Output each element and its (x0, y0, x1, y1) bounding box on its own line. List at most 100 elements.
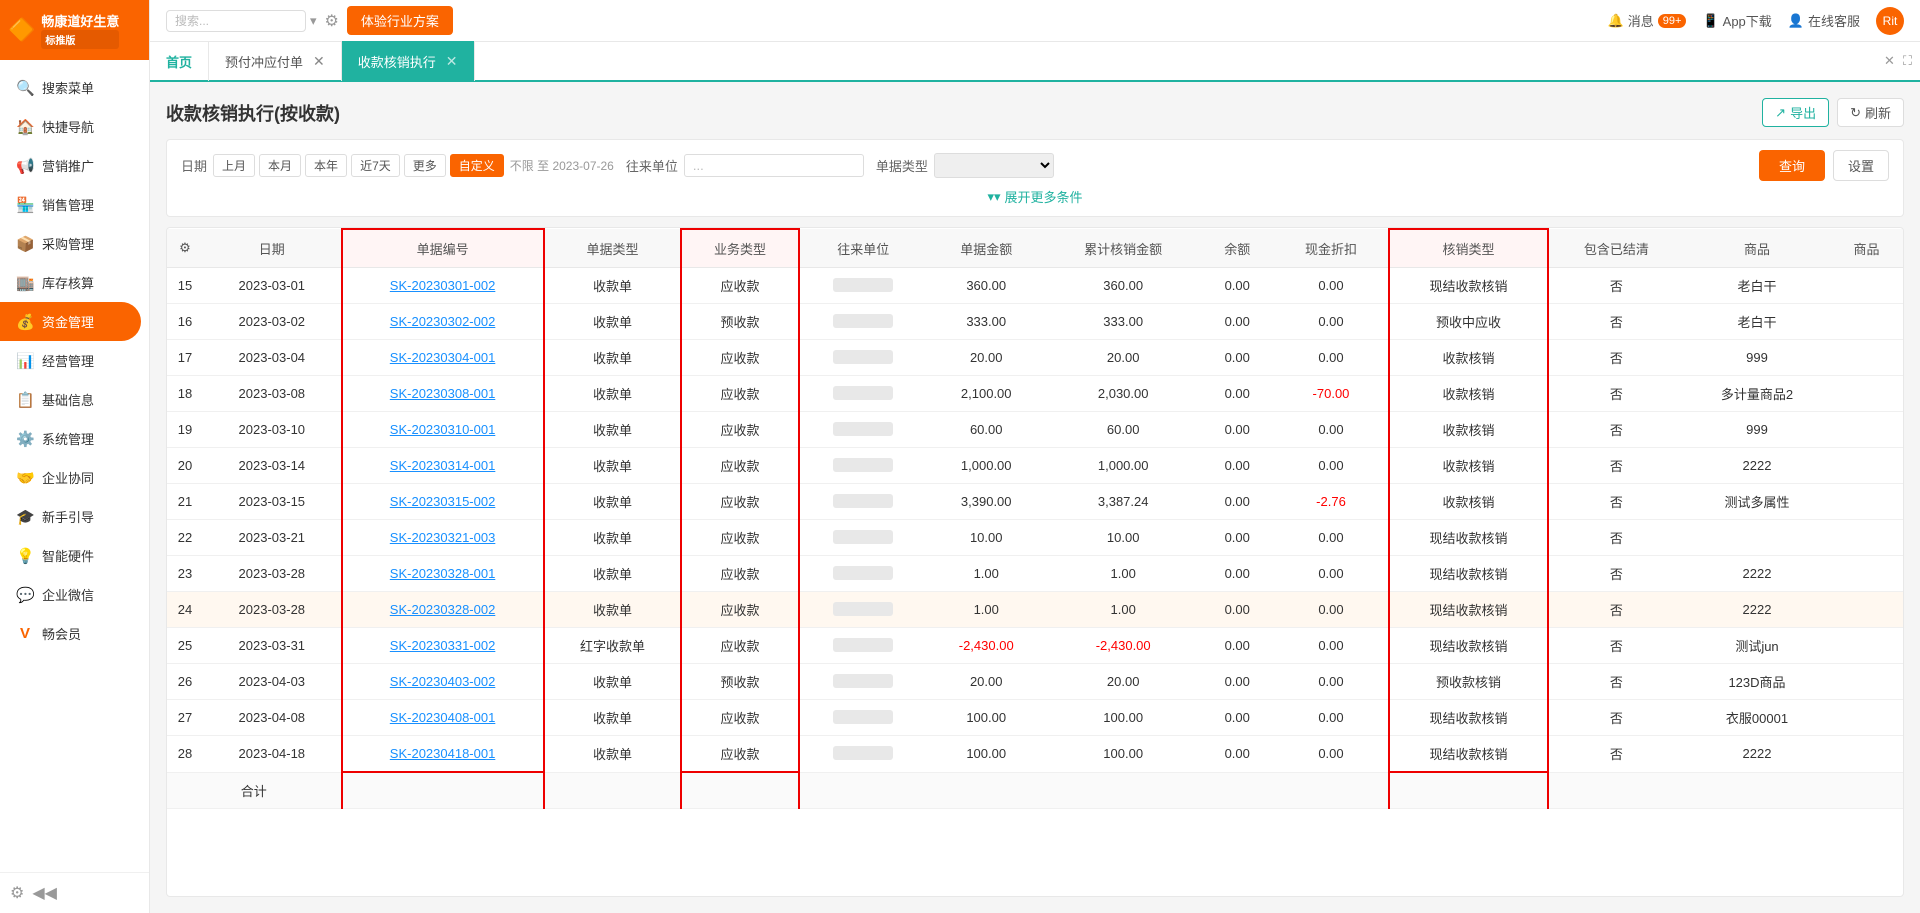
col-settings[interactable]: ⚙ (167, 229, 203, 268)
sidebar-item-navigation[interactable]: 🏠 快捷导航 (0, 107, 149, 146)
sidebar-item-hardware[interactable]: 💡 智能硬件 (0, 536, 149, 575)
doc-type-select[interactable] (934, 153, 1054, 178)
partner-input[interactable] (684, 154, 864, 177)
tab-verify[interactable]: 收款核销执行 ✕ (342, 41, 475, 81)
doc-no-link[interactable]: SK-20230304-001 (390, 350, 496, 365)
app-download-button[interactable]: 📱 App下载 (1702, 11, 1771, 30)
cell-date: 2023-03-14 (203, 448, 342, 484)
data-table-wrapper: ⚙ 日期 单据编号 单据类型 业务类型 往来单位 单据金额 累计核销金额 余额 … (166, 227, 1904, 897)
doc-no-link[interactable]: SK-20230302-002 (390, 314, 496, 329)
table-row[interactable]: 19 2023-03-10 SK-20230310-001 收款单 应收款 60… (167, 412, 1903, 448)
table-row[interactable]: 28 2023-04-18 SK-20230418-001 收款单 应收款 10… (167, 736, 1903, 773)
table-row[interactable]: 15 2023-03-01 SK-20230301-002 收款单 应收款 36… (167, 268, 1903, 304)
close-all-icon[interactable]: ✕ (1884, 53, 1895, 69)
last-month-button[interactable]: 上月 (213, 154, 255, 177)
sidebar-item-label: 采购管理 (42, 234, 94, 253)
online-service-button[interactable]: 👤 在线客服 (1788, 11, 1860, 30)
sidebar-item-sales[interactable]: 🏪 销售管理 (0, 185, 149, 224)
cell-product1: 999 (1684, 340, 1830, 376)
sidebar-item-guide[interactable]: 🎓 新手引导 (0, 497, 149, 536)
last7-button[interactable]: 近7天 (351, 154, 400, 177)
table-row[interactable]: 26 2023-04-03 SK-20230403-002 收款单 预收款 20… (167, 664, 1903, 700)
cell-verify-type: 现结收款核销 (1389, 736, 1547, 773)
table-row[interactable]: 17 2023-03-04 SK-20230304-001 收款单 应收款 20… (167, 340, 1903, 376)
sidebar-item-member[interactable]: V 畅会员 (0, 614, 149, 653)
sidebar-item-marketing[interactable]: 📢 营销推广 (0, 146, 149, 185)
table-row[interactable]: 27 2023-04-08 SK-20230408-001 收款单 应收款 10… (167, 700, 1903, 736)
cell-doc-no: SK-20230302-002 (342, 304, 544, 340)
table-row[interactable]: 22 2023-03-21 SK-20230321-003 收款单 应收款 10… (167, 520, 1903, 556)
cell-product2 (1830, 340, 1903, 376)
col-doc-type: 单据类型 (544, 229, 682, 268)
export-button[interactable]: ↗ 导出 (1762, 98, 1829, 127)
cell-date: 2023-03-02 (203, 304, 342, 340)
doc-no-link[interactable]: SK-20230321-003 (390, 530, 496, 545)
doc-no-link[interactable]: SK-20230314-001 (390, 458, 496, 473)
doc-no-link[interactable]: SK-20230408-001 (390, 710, 496, 725)
sidebar-item-search[interactable]: 🔍 搜索菜单 (0, 68, 149, 107)
sidebar-item-inventory[interactable]: 🏬 库存核算 (0, 263, 149, 302)
settings-gear-icon[interactable]: ⚙ (10, 883, 24, 903)
sidebar-item-label: 系统管理 (42, 429, 94, 448)
tab-prepay[interactable]: 预付冲应付单 ✕ (209, 41, 342, 81)
query-button[interactable]: 查询 (1759, 150, 1825, 181)
more-button[interactable]: 更多 (404, 154, 446, 177)
partner-blurred (833, 314, 893, 328)
sidebar-item-finance[interactable]: 💰 资金管理 (0, 302, 141, 341)
notification-button[interactable]: 🔔 消息 99+ (1608, 11, 1687, 30)
table-header-row: ⚙ 日期 单据编号 单据类型 业务类型 往来单位 单据金额 累计核销金额 余额 … (167, 229, 1903, 268)
table-row[interactable]: 20 2023-03-14 SK-20230314-001 收款单 应收款 1,… (167, 448, 1903, 484)
doc-no-link[interactable]: SK-20230328-001 (390, 566, 496, 581)
table-row[interactable]: 24 2023-03-28 SK-20230328-002 收款单 应收款 1.… (167, 592, 1903, 628)
sidebar-item-collab[interactable]: 🤝 企业协同 (0, 458, 149, 497)
doc-no-link[interactable]: SK-20230301-002 (390, 278, 496, 293)
cell-no: 25 (167, 628, 203, 664)
sidebar-item-basic-info[interactable]: 📋 基础信息 (0, 380, 149, 419)
table-row[interactable]: 25 2023-03-31 SK-20230331-002 红字收款单 应收款 … (167, 628, 1903, 664)
cell-date: 2023-03-31 (203, 628, 342, 664)
refresh-button[interactable]: ↻ 刷新 (1837, 98, 1904, 127)
cell-date: 2023-03-28 (203, 592, 342, 628)
table-row[interactable]: 16 2023-03-02 SK-20230302-002 收款单 预收款 33… (167, 304, 1903, 340)
doc-no-link[interactable]: SK-20230328-002 (390, 602, 496, 617)
doc-no-link[interactable]: SK-20230418-001 (390, 746, 496, 761)
doc-no-link[interactable]: SK-20230308-001 (390, 386, 496, 401)
sidebar-item-system[interactable]: ⚙️ 系统管理 (0, 419, 149, 458)
doc-no-link[interactable]: SK-20230331-002 (390, 638, 496, 653)
partner-blurred (833, 710, 893, 724)
topbar-gear-icon[interactable]: ⚙ (325, 11, 339, 31)
cell-partner (799, 376, 927, 412)
sidebar-item-wechat[interactable]: 💬 企业微信 (0, 575, 149, 614)
table-row[interactable]: 21 2023-03-15 SK-20230315-002 收款单 应收款 3,… (167, 484, 1903, 520)
expand-tab-icon[interactable]: ⛶ (1903, 53, 1912, 69)
cell-partner (799, 484, 927, 520)
cell-no: 15 (167, 268, 203, 304)
avatar[interactable]: Rit (1876, 7, 1904, 35)
this-month-button[interactable]: 本月 (259, 154, 301, 177)
table-row[interactable]: 18 2023-03-08 SK-20230308-001 收款单 应收款 2,… (167, 376, 1903, 412)
custom-date-button[interactable]: 自定义 (450, 154, 504, 177)
date-range-label: 不限 至 2023-07-26 (510, 157, 614, 174)
collapse-icon[interactable]: ◀◀ (32, 883, 57, 903)
sidebar-item-operations[interactable]: 📊 经营管理 (0, 341, 149, 380)
this-year-button[interactable]: 本年 (305, 154, 347, 177)
expand-more-button[interactable]: ▾▾ 展开更多条件 (987, 187, 1082, 206)
tab-verify-close-icon[interactable]: ✕ (446, 53, 458, 70)
filter-setting-button[interactable]: 设置 (1833, 150, 1889, 181)
cell-accum: 2,030.00 (1046, 376, 1201, 412)
doc-no-link[interactable]: SK-20230403-002 (390, 674, 496, 689)
tab-home[interactable]: 首页 (150, 41, 209, 81)
topbar-search-input[interactable] (166, 10, 306, 32)
table-row[interactable]: 23 2023-03-28 SK-20230328-001 收款单 应收款 1.… (167, 556, 1903, 592)
cell-doc-no: SK-20230331-002 (342, 628, 544, 664)
sidebar-item-purchase[interactable]: 📦 采购管理 (0, 224, 149, 263)
chevron-down-icon[interactable]: ▾ (310, 13, 317, 29)
cell-amount: -2,430.00 (927, 628, 1046, 664)
cell-product1: 测试jun (1684, 628, 1830, 664)
tab-prepay-close-icon[interactable]: ✕ (313, 53, 325, 70)
cell-biz-type: 应收款 (681, 448, 798, 484)
doc-no-link[interactable]: SK-20230315-002 (390, 494, 496, 509)
cell-amount: 100.00 (927, 736, 1046, 773)
industry-solution-button[interactable]: 体验行业方案 (347, 6, 453, 35)
doc-no-link[interactable]: SK-20230310-001 (390, 422, 496, 437)
